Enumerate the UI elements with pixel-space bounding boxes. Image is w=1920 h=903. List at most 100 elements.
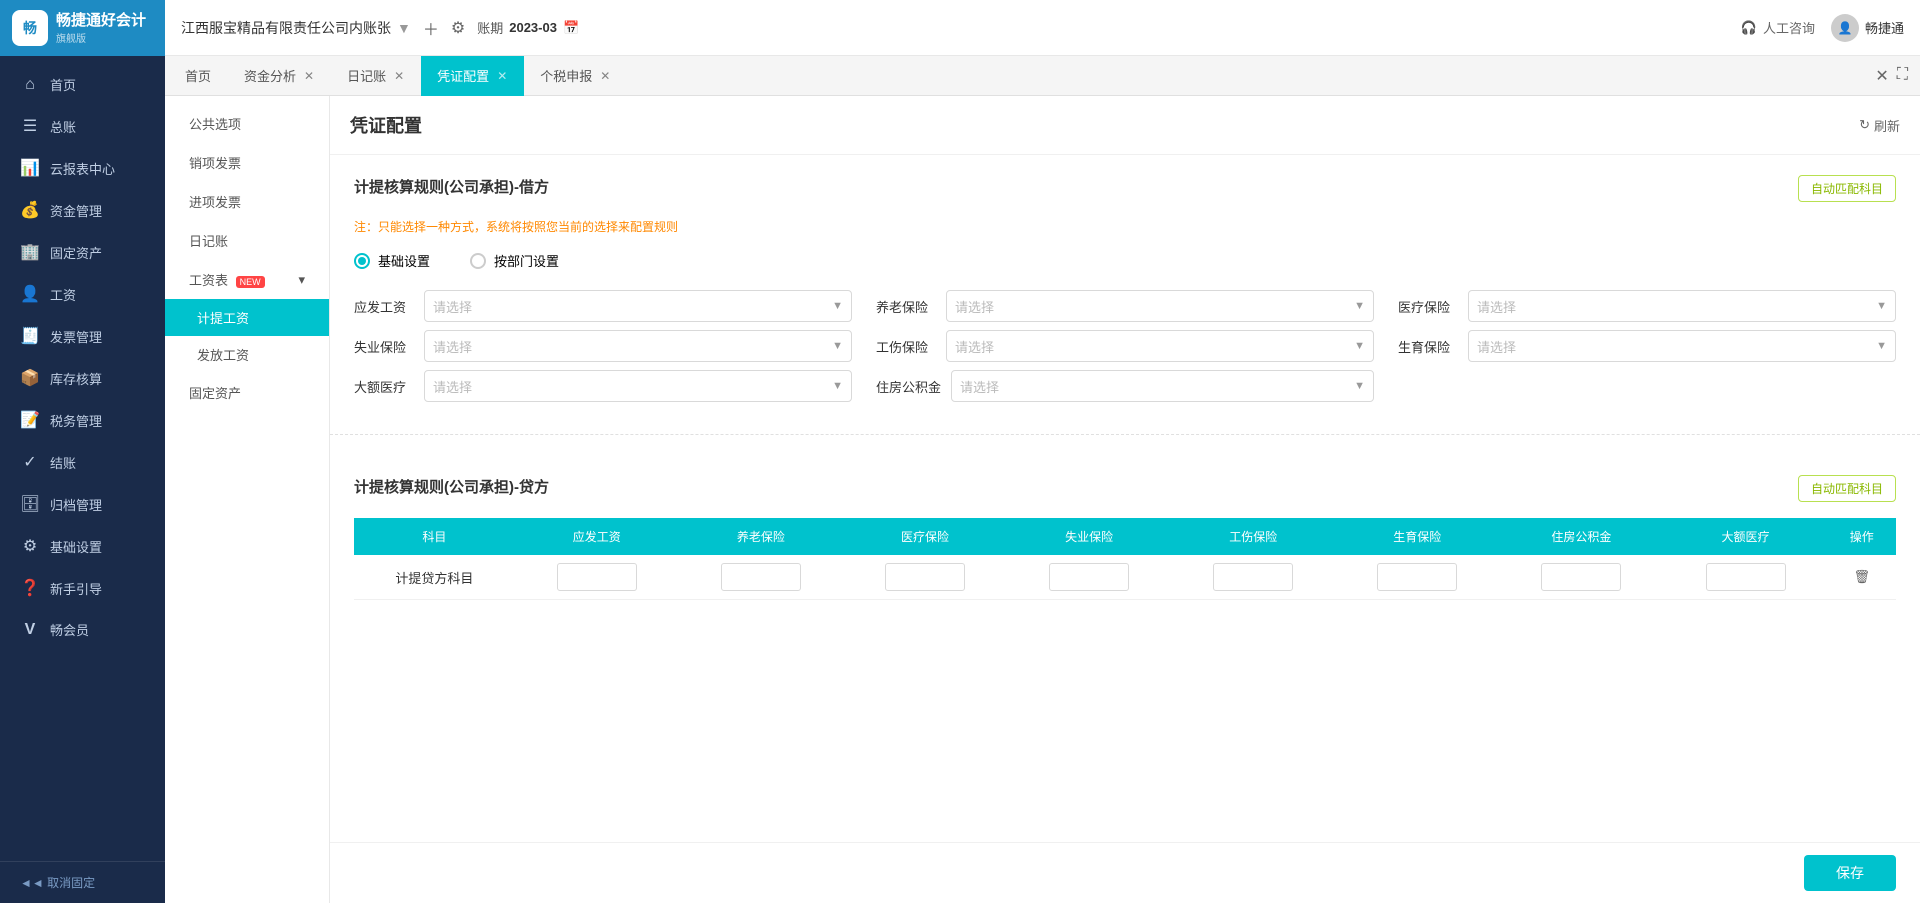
- radio-basic[interactable]: 基础设置: [354, 251, 430, 270]
- unemployment-label: 失业保险: [354, 337, 414, 356]
- menu-purchase-invoice[interactable]: 进项发票: [165, 182, 329, 221]
- delete-icon[interactable]: 🗑: [1854, 569, 1871, 584]
- credit-section-header: 计提核算规则(公司承担)-贷方 自动匹配科目: [354, 475, 1896, 510]
- row-pension-input[interactable]: [721, 563, 801, 591]
- sidebar-item-guide[interactable]: ❓ 新手引导: [0, 567, 165, 609]
- tab-funds-close[interactable]: ✕: [304, 69, 314, 83]
- large-medical-select[interactable]: 请选择 ▼: [424, 370, 852, 402]
- credit-auto-match-button[interactable]: 自动匹配科目: [1798, 475, 1896, 502]
- sidebar-item-vip[interactable]: V 畅会员: [0, 609, 165, 650]
- row-large-medical-input-cell: [1663, 555, 1827, 600]
- row-maternity-input[interactable]: [1377, 563, 1457, 591]
- pension-field: 养老保险 请选择 ▼: [876, 290, 1374, 322]
- col-unemployment: 失业保险: [1007, 518, 1171, 555]
- sidebar-item-salary[interactable]: 👤 工资: [0, 273, 165, 315]
- housing-fund-label: 住房公积金: [876, 377, 941, 396]
- reports-icon: 📊: [20, 158, 40, 178]
- menu-calc-salary[interactable]: 计提工资: [165, 299, 329, 336]
- sidebar-item-funds[interactable]: 💰 资金管理: [0, 189, 165, 231]
- expand-icon[interactable]: ⛶: [1897, 66, 1908, 86]
- ledger-icon: ☰: [20, 116, 40, 136]
- sidebar-item-inventory[interactable]: 📦 库存核算: [0, 357, 165, 399]
- row-pension-input-cell: [679, 555, 843, 600]
- radio-basic-circle: [354, 253, 370, 269]
- tab-voucher-config[interactable]: 凭证配置 ✕: [421, 56, 524, 96]
- left-menu: 公共选项 销项发票 进项发票 日记账 工资表 NEW ▾ 计提工资: [165, 96, 330, 903]
- menu-public[interactable]: 公共选项: [165, 104, 329, 143]
- medical-select[interactable]: 请选择 ▼: [1468, 290, 1896, 322]
- service-button[interactable]: 🎧 人工咨询: [1741, 18, 1815, 37]
- menu-journal[interactable]: 日记账: [165, 221, 329, 260]
- sidebar-item-checkout[interactable]: ✓ 结账: [0, 441, 165, 483]
- company-selector[interactable]: 江西服宝精品有限责任公司内账张 ▼: [181, 18, 411, 38]
- debit-form-row3: 大额医疗 请选择 ▼ 住房公积金 请选择 ▼: [354, 370, 1896, 402]
- unpin-button[interactable]: ◄◄ 取消固定: [0, 861, 165, 903]
- select-arrow-icon: ▼: [1876, 300, 1887, 312]
- sidebar-item-archive[interactable]: 🗄 归档管理: [0, 483, 165, 525]
- row-housing-input[interactable]: [1541, 563, 1621, 591]
- period-selector[interactable]: 账期 2023-03 📅: [477, 18, 579, 37]
- menu-sales-invoice[interactable]: 销项发票: [165, 143, 329, 182]
- row-unemployment-input[interactable]: [1049, 563, 1129, 591]
- work-injury-field: 工伤保险 请选择 ▼: [876, 330, 1374, 362]
- row-work-injury-input[interactable]: [1213, 563, 1293, 591]
- sidebar-nav: ⌂ 首页 ☰ 总账 📊 云报表中心 💰 资金管理 🏢 固定资产 👤 工资 🧾 发…: [0, 56, 165, 861]
- maternity-select[interactable]: 请选择 ▼: [1468, 330, 1896, 362]
- gross-salary-select[interactable]: 请选择 ▼: [424, 290, 852, 322]
- user-menu[interactable]: 👤 畅捷通: [1831, 14, 1904, 42]
- settings-button[interactable]: ⚙: [451, 18, 465, 38]
- housing-fund-field: 住房公积金 请选择 ▼: [876, 370, 1374, 402]
- menu-fixed-assets[interactable]: 固定资产: [165, 373, 329, 412]
- row-gross-input[interactable]: [557, 563, 637, 591]
- work-injury-select[interactable]: 请选择 ▼: [946, 330, 1374, 362]
- col-pension: 养老保险: [679, 518, 843, 555]
- archive-icon: 🗄: [20, 494, 40, 514]
- menu-pay-salary[interactable]: 发放工资: [165, 336, 329, 373]
- credit-section: 计提核算规则(公司承担)-贷方 自动匹配科目 科目 应发工资 养老保险 医疗保险…: [330, 455, 1920, 620]
- headset-icon: 🎧: [1741, 20, 1757, 36]
- sidebar-item-ledger[interactable]: ☰ 总账: [0, 105, 165, 147]
- tab-tax-report[interactable]: 个税申报 ✕: [524, 56, 627, 96]
- radio-group: 基础设置 按部门设置: [354, 251, 1896, 270]
- save-button[interactable]: 保存: [1804, 855, 1896, 891]
- calendar-icon: 📅: [563, 20, 579, 36]
- radio-dept-circle: [470, 253, 486, 269]
- tab-home[interactable]: 首页: [169, 56, 228, 96]
- housing-fund-select[interactable]: 请选择 ▼: [951, 370, 1374, 402]
- debit-section-title: 计提核算规则(公司承担)-借方: [354, 176, 549, 197]
- col-subject: 科目: [354, 518, 515, 555]
- close-tab-icon[interactable]: ✕: [1875, 66, 1888, 86]
- sidebar-item-home[interactable]: ⌂ 首页: [0, 64, 165, 105]
- row-action-cell: 🗑: [1828, 555, 1896, 600]
- tab-funds[interactable]: 资金分析 ✕: [228, 56, 331, 96]
- sidebar-item-tax[interactable]: 📝 税务管理: [0, 399, 165, 441]
- add-button[interactable]: ＋: [423, 16, 439, 40]
- assets-icon: 🏢: [20, 242, 40, 262]
- sidebar-item-invoice[interactable]: 🧾 发票管理: [0, 315, 165, 357]
- col-medical: 医疗保险: [843, 518, 1007, 555]
- row-medical-input[interactable]: [885, 563, 965, 591]
- page-title: 凭证配置: [350, 112, 422, 138]
- row-work-injury-input-cell: [1171, 555, 1335, 600]
- sidebar-item-settings[interactable]: ⚙ 基础设置: [0, 525, 165, 567]
- tab-journal[interactable]: 日记账 ✕: [331, 56, 421, 96]
- tab-journal-close[interactable]: ✕: [394, 69, 404, 83]
- sidebar-item-assets[interactable]: 🏢 固定资产: [0, 231, 165, 273]
- tabs-right-actions: ✕ ⛶: [1875, 66, 1916, 86]
- unemployment-select[interactable]: 请选择 ▼: [424, 330, 852, 362]
- refresh-button[interactable]: ↻ 刷新: [1859, 116, 1900, 135]
- col-action: 操作: [1828, 518, 1896, 555]
- credit-section-title: 计提核算规则(公司承担)-贷方: [354, 476, 549, 497]
- medical-field: 医疗保险 请选择 ▼: [1398, 290, 1896, 322]
- row-large-medical-input[interactable]: [1706, 563, 1786, 591]
- radio-dept[interactable]: 按部门设置: [470, 251, 559, 270]
- menu-salary-table[interactable]: 工资表 NEW ▾: [165, 260, 329, 299]
- pension-select[interactable]: 请选择 ▼: [946, 290, 1374, 322]
- select-arrow-icon: ▼: [1354, 340, 1365, 352]
- sidebar-item-reports[interactable]: 📊 云报表中心: [0, 147, 165, 189]
- tab-voucher-close[interactable]: ✕: [497, 69, 507, 83]
- debit-auto-match-button[interactable]: 自动匹配科目: [1798, 175, 1896, 202]
- large-medical-field: 大额医疗 请选择 ▼: [354, 370, 852, 402]
- maternity-label: 生育保险: [1398, 337, 1458, 356]
- tab-tax-close[interactable]: ✕: [600, 69, 610, 83]
